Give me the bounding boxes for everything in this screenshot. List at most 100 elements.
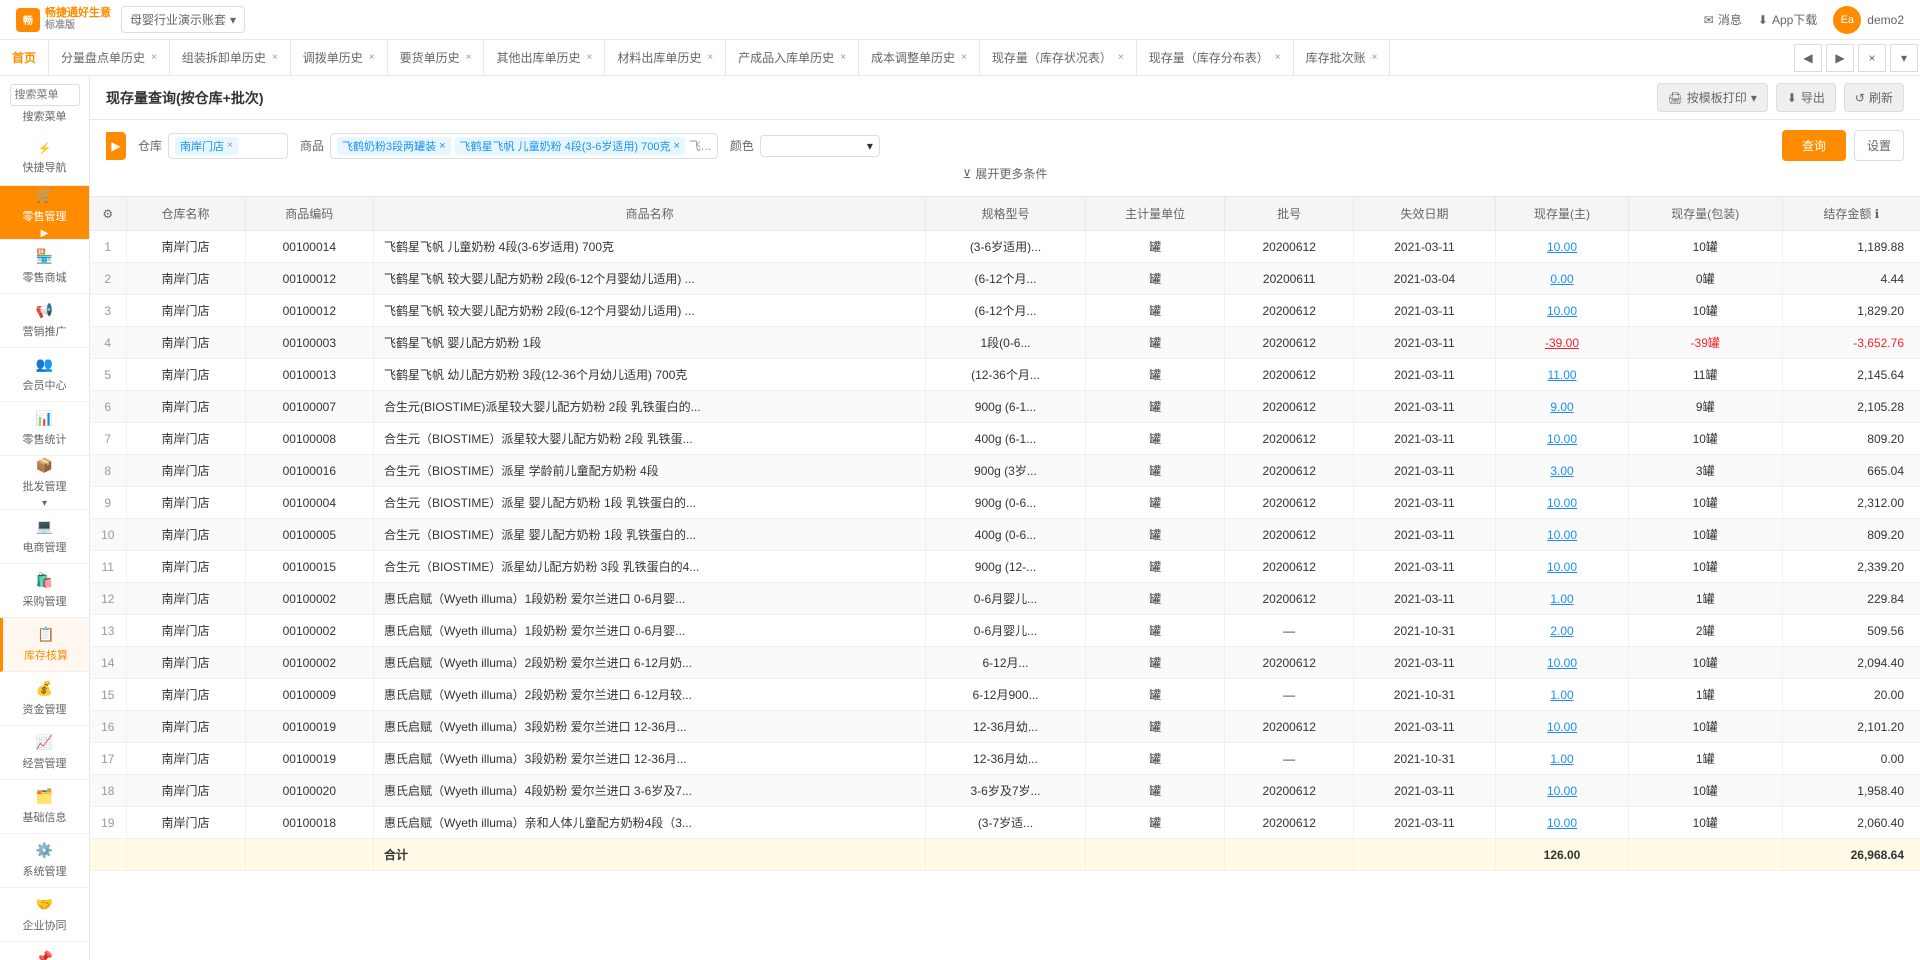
- sidebar-item-enterprise[interactable]: 🤝 企业协同: [0, 888, 89, 942]
- row-qty-main[interactable]: 1.00: [1496, 583, 1629, 615]
- row-qty-main[interactable]: 10.00: [1496, 807, 1629, 839]
- sidebar-item-retail-stats[interactable]: 📊 零售统计: [0, 402, 89, 456]
- row-code: 00100019: [245, 743, 373, 775]
- row-qty-main[interactable]: 10.00: [1496, 775, 1629, 807]
- color-filter-group: 颜色 ▾: [730, 135, 880, 157]
- print-button[interactable]: 🖨 按模板打印 ▾: [1657, 83, 1768, 112]
- download-btn[interactable]: ⬇ App下载: [1758, 11, 1817, 28]
- message-btn[interactable]: ✉ 消息: [1704, 11, 1742, 28]
- user-area[interactable]: Ea demo2: [1833, 6, 1904, 34]
- row-qty-main[interactable]: 10.00: [1496, 647, 1629, 679]
- tab-next-btn[interactable]: ▶: [1826, 44, 1854, 72]
- row-code: 00100020: [245, 775, 373, 807]
- row-qty-main[interactable]: 3.00: [1496, 455, 1629, 487]
- sidebar-item-wholesale[interactable]: 📦 批发管理 ▾: [0, 456, 89, 510]
- row-code: 00100016: [245, 455, 373, 487]
- row-num: 12: [90, 583, 126, 615]
- row-qty-main[interactable]: 10.00: [1496, 711, 1629, 743]
- product-filter-more[interactable]: 飞...: [689, 137, 711, 154]
- tab-close-icon[interactable]: ×: [272, 52, 278, 63]
- username: demo2: [1867, 13, 1904, 27]
- sidebar-item-purchase[interactable]: 🛍️ 采购管理: [0, 564, 89, 618]
- main-layout: 搜索菜单 ⚡ 快捷导航 🛒 零售管理 ▶ 🏪 零售商城 📢 营销推广 👥 会员中…: [0, 76, 1920, 960]
- sidebar-item-quick-nav[interactable]: ⚡ 快捷导航: [0, 132, 89, 186]
- sidebar-item-guide[interactable]: 📌 新手引导: [0, 942, 89, 960]
- warehouse-tag-remove[interactable]: ×: [227, 140, 233, 151]
- tab-disassemble[interactable]: 组装拆卸单历史 ×: [170, 40, 291, 76]
- sidebar-item-operations[interactable]: 📈 经营管理: [0, 726, 89, 780]
- tab-close-icon[interactable]: ×: [961, 52, 967, 63]
- row-qty-main[interactable]: 9.00: [1496, 391, 1629, 423]
- row-qty-main[interactable]: 10.00: [1496, 551, 1629, 583]
- search-input[interactable]: [10, 84, 80, 106]
- row-qty-main[interactable]: -39.00: [1496, 327, 1629, 359]
- sidebar-item-system[interactable]: ⚙️ 系统管理: [0, 834, 89, 888]
- row-qty-pkg: 11罐: [1628, 359, 1782, 391]
- sidebar-item-ecommerce[interactable]: 💻 电商管理: [0, 510, 89, 564]
- tab-close-all-btn[interactable]: ×: [1858, 44, 1886, 72]
- tab-batch-voucher[interactable]: 库存批次账 ×: [1294, 40, 1391, 76]
- sidebar-item-inventory[interactable]: 📋 库存核算: [0, 618, 89, 672]
- tab-cost-adjust[interactable]: 成本调整单历史 ×: [859, 40, 980, 76]
- warehouse-tag: 南岸门店 ×: [175, 137, 238, 155]
- row-qty-main[interactable]: 10.00: [1496, 231, 1629, 263]
- row-name: 惠氏启赋（Wyeth illuma）4段奶粉 爱尔兰进口 3-6岁及7...: [374, 775, 926, 807]
- table-row: 11 南岸门店 00100015 合生元（BIOSTIME）派星幼儿配方奶粉 3…: [90, 551, 1920, 583]
- tab-close-icon[interactable]: ×: [1372, 52, 1378, 63]
- tab-close-icon[interactable]: ×: [586, 52, 592, 63]
- sidebar-item-members[interactable]: 👥 会员中心: [0, 348, 89, 402]
- industry-selector[interactable]: 母婴行业演示账套 ▾: [121, 6, 245, 33]
- col-settings[interactable]: ⚙: [90, 197, 126, 231]
- tab-close-icon[interactable]: ×: [1118, 52, 1124, 63]
- tab-split-disk[interactable]: 分量盘点单历史 ×: [49, 40, 170, 76]
- tab-menu-btn[interactable]: ▾: [1890, 44, 1918, 72]
- tab-close-icon[interactable]: ×: [1275, 52, 1281, 63]
- row-qty-main[interactable]: 10.00: [1496, 295, 1629, 327]
- tab-close-icon[interactable]: ×: [369, 52, 375, 63]
- query-button[interactable]: 查询: [1782, 130, 1846, 161]
- row-qty-main[interactable]: 2.00: [1496, 615, 1629, 647]
- tab-stock-dist[interactable]: 现存量（库存分布表） ×: [1137, 40, 1294, 76]
- row-unit: 罐: [1085, 615, 1225, 647]
- row-qty-main[interactable]: 11.00: [1496, 359, 1629, 391]
- col-qty-main: 现存量(主): [1496, 197, 1629, 231]
- row-expire: 2021-03-11: [1353, 391, 1495, 423]
- refresh-button[interactable]: ↺ 刷新: [1844, 83, 1904, 112]
- top-bar-right: ✉ 消息 ⬇ App下载 Ea demo2: [1704, 6, 1904, 34]
- tab-material-out[interactable]: 材料出库单历史 ×: [605, 40, 726, 76]
- tab-other-out[interactable]: 其他出库单历史 ×: [484, 40, 605, 76]
- row-qty-main[interactable]: 1.00: [1496, 743, 1629, 775]
- row-qty-main[interactable]: 10.00: [1496, 487, 1629, 519]
- tab-stock-status[interactable]: 现存量（库存状况表） ×: [980, 40, 1137, 76]
- tab-goods-request[interactable]: 要货单历史 ×: [388, 40, 485, 76]
- sidebar-item-retail-shop[interactable]: 🏪 零售商城: [0, 240, 89, 294]
- tab-prev-btn[interactable]: ◀: [1794, 44, 1822, 72]
- tab-close-icon[interactable]: ×: [466, 52, 472, 63]
- warehouse-tag-container[interactable]: 南岸门店 ×: [168, 133, 288, 159]
- product-tag-container[interactable]: 飞鹤奶粉3段两罐装 × 飞鹤星飞帆 儿童奶粉 4段(3-6岁适用) 700克 ×…: [330, 133, 718, 159]
- row-qty-main[interactable]: 1.00: [1496, 679, 1629, 711]
- settings-button[interactable]: 设置: [1854, 130, 1904, 161]
- tab-mix[interactable]: 调拨单历史 ×: [291, 40, 388, 76]
- row-qty-main[interactable]: 10.00: [1496, 519, 1629, 551]
- export-button[interactable]: ⬇ 导出: [1776, 83, 1836, 112]
- col-unit: 主计量单位: [1085, 197, 1225, 231]
- wholesale-label: 批发管理: [23, 478, 67, 494]
- tab-label: 材料出库单历史: [617, 49, 701, 66]
- sidebar-item-finance[interactable]: 💰 资金管理: [0, 672, 89, 726]
- row-qty-pkg: 10罐: [1628, 551, 1782, 583]
- row-qty-main[interactable]: 0.00: [1496, 263, 1629, 295]
- sidebar-item-basics[interactable]: 🗂️ 基础信息: [0, 780, 89, 834]
- expand-arrow-btn[interactable]: ▶: [106, 132, 126, 160]
- product-tag-1-remove[interactable]: ×: [439, 140, 445, 152]
- tab-close-icon[interactable]: ×: [707, 52, 713, 63]
- tab-close-icon[interactable]: ×: [840, 52, 846, 63]
- tab-close-icon[interactable]: ×: [151, 52, 157, 63]
- tab-produce-in[interactable]: 产成品入库单历史 ×: [726, 40, 859, 76]
- expand-conditions-btn[interactable]: ⊻ 展开更多条件: [963, 165, 1048, 182]
- tab-home[interactable]: 首页: [0, 40, 49, 76]
- product-tag-2-remove[interactable]: ×: [673, 140, 679, 152]
- sidebar-item-retail-mgmt[interactable]: 🛒 零售管理 ▶: [0, 186, 89, 240]
- sidebar-item-marketing[interactable]: 📢 营销推广: [0, 294, 89, 348]
- row-qty-main[interactable]: 10.00: [1496, 423, 1629, 455]
